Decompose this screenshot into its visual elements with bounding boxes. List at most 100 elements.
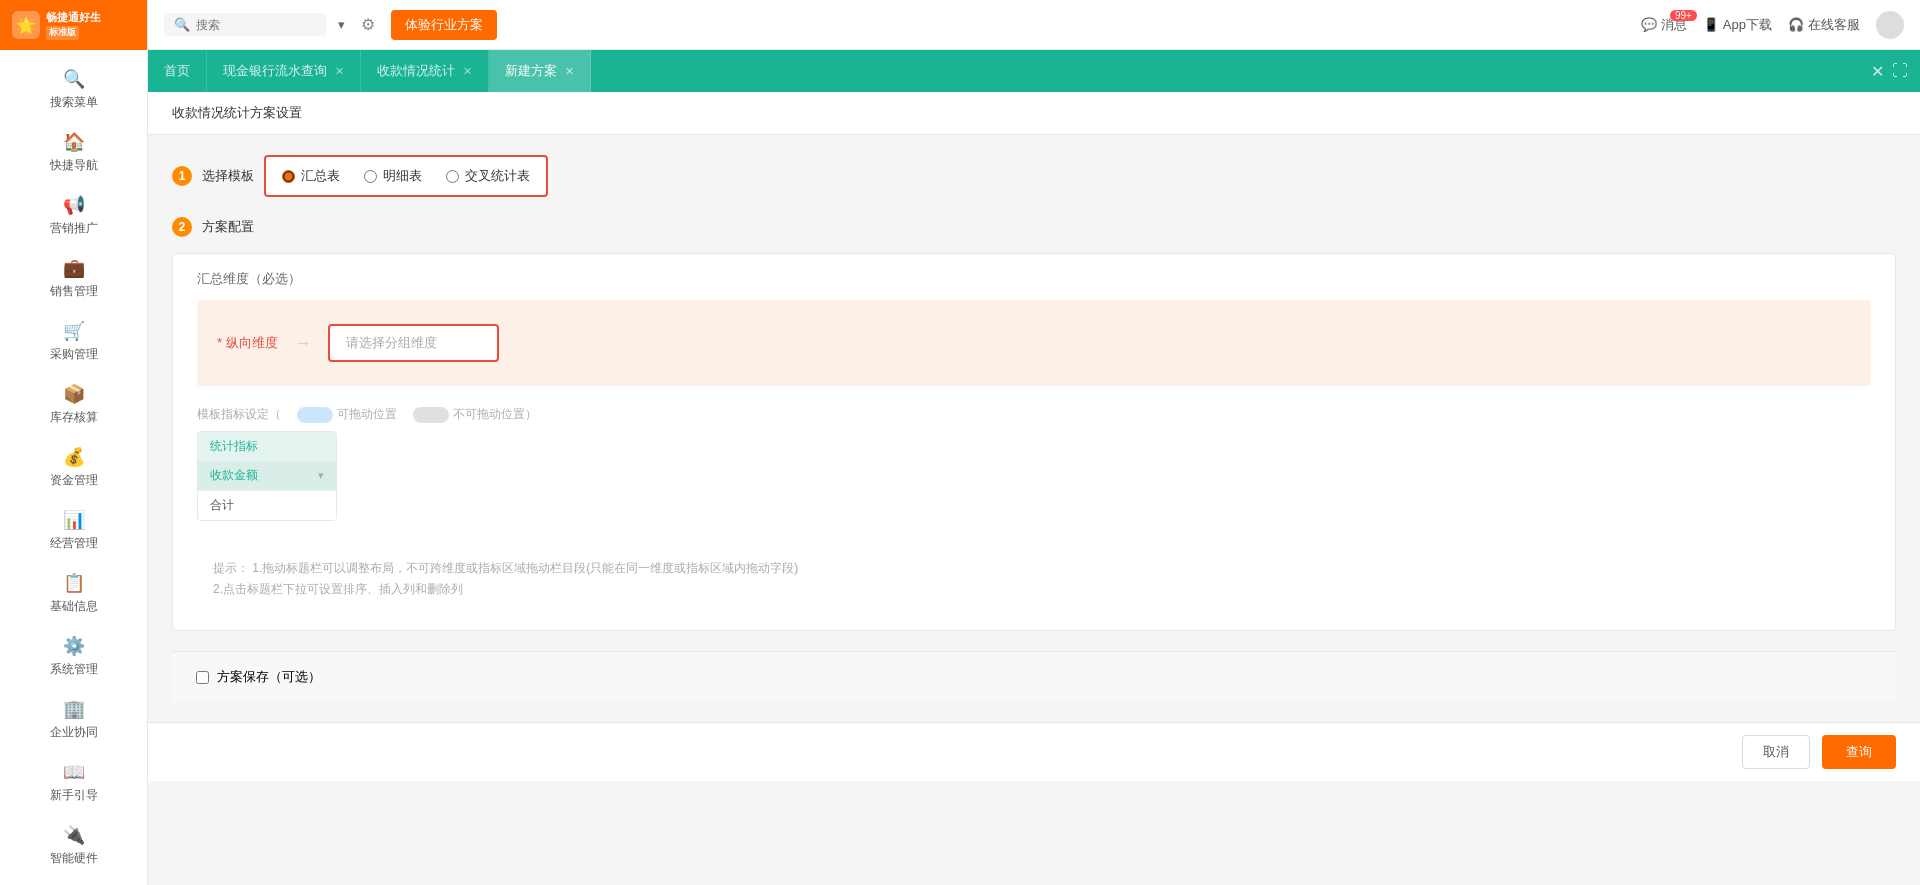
tab-collection-close[interactable]: ✕ <box>463 65 472 78</box>
step2-num: 2 <box>172 217 192 237</box>
indicators-hint: 模板指标设定（ 可拖动位置 不可拖动位置） <box>197 406 1871 423</box>
config-section: 汇总维度（必选） * 纵向维度 → 请选择分组维度 模板指标设 <box>172 253 1896 631</box>
basic-info-icon: 📋 <box>63 572 85 594</box>
sidebar-item-label: 销售管理 <box>50 283 98 300</box>
stats-table-header: 统计指标 <box>198 432 336 461</box>
radio-detail-label: 明细表 <box>383 167 422 185</box>
radio-cross-label: 交叉统计表 <box>465 167 530 185</box>
tab-expand-icon[interactable]: ⛶ <box>1892 62 1908 80</box>
tab-home[interactable]: 首页 <box>148 50 207 92</box>
gear-icon[interactable]: ⚙ <box>357 11 379 38</box>
sidebar-item-basic-info[interactable]: 📋 基础信息 <box>0 562 147 625</box>
page-body: 1 选择模板 汇总表 明细表 交叉统计表 <box>148 135 1920 722</box>
stats-label: 统计指标 <box>210 438 258 455</box>
radio-summary-input[interactable] <box>282 170 295 183</box>
download-button[interactable]: 📱 App下载 <box>1703 16 1772 34</box>
service-button[interactable]: 🎧 在线客服 <box>1788 16 1860 34</box>
sidebar-item-label: 基础信息 <box>50 598 98 615</box>
topbar: 🔍 ▾ ⚙ 体验行业方案 💬 消息 99+ 📱 App下载 🎧 在线客服 <box>148 0 1920 50</box>
breadcrumb: 收款情况统计方案设置 <box>172 105 302 120</box>
sidebar-item-label: 系统管理 <box>50 661 98 678</box>
sidebar-item-label: 采购管理 <box>50 346 98 363</box>
stats-dropdown-icon[interactable]: ▾ <box>318 469 324 482</box>
dropdown-label: ▾ <box>338 17 345 32</box>
system-icon: ⚙️ <box>63 635 85 657</box>
logo-line1: 畅捷通好生 <box>46 10 101 24</box>
download-label: App下载 <box>1723 16 1772 34</box>
sales-icon: 💼 <box>63 257 85 279</box>
sidebar-item-home[interactable]: 🏠 快捷导航 <box>0 121 147 184</box>
query-button[interactable]: 查询 <box>1822 735 1896 769</box>
indicators-section: 模板指标设定（ 可拖动位置 不可拖动位置） <box>197 406 1871 524</box>
sidebar-item-label: 搜索菜单 <box>50 94 98 111</box>
service-icon: 🎧 <box>1788 17 1804 32</box>
save-checkbox[interactable] <box>196 671 209 684</box>
tab-new-plan-label: 新建方案 <box>505 62 557 80</box>
radio-detail[interactable]: 明细表 <box>364 167 422 185</box>
sidebar-item-inventory[interactable]: 📦 库存核算 <box>0 373 147 436</box>
step1-section: 1 选择模板 汇总表 明细表 交叉统计表 <box>172 155 1896 197</box>
sidebar-item-hardware[interactable]: 🔌 智能硬件 <box>0 814 147 877</box>
radio-cross[interactable]: 交叉统计表 <box>446 167 530 185</box>
tab-new-plan[interactable]: 新建方案 ✕ <box>489 50 591 92</box>
sidebar-item-sales[interactable]: 💼 销售管理 <box>0 247 147 310</box>
step2-header: 2 方案配置 <box>172 217 1896 237</box>
save-label: 方案保存（可选） <box>217 668 321 686</box>
tab-close-all-icon[interactable]: ✕ <box>1871 62 1884 81</box>
notification-button[interactable]: 💬 消息 99+ <box>1641 16 1687 34</box>
sidebar-item-system[interactable]: ⚙️ 系统管理 <box>0 625 147 688</box>
arrow-icon: → <box>294 333 312 354</box>
topbar-search[interactable]: 🔍 <box>164 13 326 36</box>
step1-header: 1 选择模板 汇总表 明细表 交叉统计表 <box>172 155 1896 197</box>
hint-fixed: 不可拖动位置） <box>413 406 537 423</box>
sidebar-item-search[interactable]: 🔍 搜索菜单 <box>0 58 147 121</box>
main-area: 🔍 ▾ ⚙ 体验行业方案 💬 消息 99+ 📱 App下载 🎧 在线客服 <box>148 0 1920 885</box>
sidebar-item-label: 经营管理 <box>50 535 98 552</box>
search-icon: 🔍 <box>174 17 190 32</box>
fixed-badge <box>413 407 449 423</box>
step1-title: 选择模板 <box>202 167 254 185</box>
sidebar-item-label: 新手引导 <box>50 787 98 804</box>
step2-section: 2 方案配置 汇总维度（必选） * 纵向维度 → 请选择分组维度 <box>172 217 1896 631</box>
sidebar-nav: 🔍 搜索菜单 🏠 快捷导航 📢 营销推广 💼 销售管理 🛒 采购管理 📦 库存核… <box>0 50 147 885</box>
cancel-button[interactable]: 取消 <box>1742 735 1810 769</box>
marketing-icon: 📢 <box>63 194 85 216</box>
sidebar-item-purchase[interactable]: 🛒 采购管理 <box>0 310 147 373</box>
topbar-right: 💬 消息 99+ 📱 App下载 🎧 在线客服 <box>1641 11 1904 39</box>
industry-button[interactable]: 体验行业方案 <box>391 10 497 40</box>
radio-detail-input[interactable] <box>364 170 377 183</box>
sidebar-item-operations[interactable]: 📊 经营管理 <box>0 499 147 562</box>
topbar-dropdown[interactable]: ▾ <box>338 17 345 32</box>
search-input[interactable] <box>196 18 316 32</box>
hint-draggable: 可拖动位置 <box>297 406 397 423</box>
tab-new-plan-close[interactable]: ✕ <box>565 65 574 78</box>
tabbar-actions: ✕ ⛶ <box>1859 50 1920 92</box>
dimension-selector[interactable]: 请选择分组维度 <box>328 324 499 362</box>
search-icon: 🔍 <box>63 68 85 90</box>
stats-table-row: 合计 <box>198 490 336 520</box>
tab-collection-label: 收款情况统计 <box>377 62 455 80</box>
service-label: 在线客服 <box>1808 16 1860 34</box>
step1-num: 1 <box>172 166 192 186</box>
tab-bank-close[interactable]: ✕ <box>335 65 344 78</box>
dimension-area: * 纵向维度 → 请选择分组维度 <box>197 300 1871 386</box>
user-avatar[interactable] <box>1876 11 1904 39</box>
tab-bank[interactable]: 现金银行流水查询 ✕ <box>207 50 361 92</box>
sidebar-item-wechat[interactable]: 💬 企业微信 <box>0 877 147 885</box>
sidebar-item-marketing[interactable]: 📢 营销推广 <box>0 184 147 247</box>
logo-icon: 🌟 <box>12 11 40 39</box>
radio-cross-input[interactable] <box>446 170 459 183</box>
indicators-hint-text: 模板指标设定（ <box>197 406 281 423</box>
tab-collection[interactable]: 收款情况统计 ✕ <box>361 50 489 92</box>
sidebar-item-label: 企业协同 <box>50 724 98 741</box>
sidebar-item-enterprise[interactable]: 🏢 企业协同 <box>0 688 147 751</box>
stats-header-row[interactable]: 收款金额 ▾ <box>198 461 336 490</box>
radio-summary[interactable]: 汇总表 <box>282 167 340 185</box>
tip-line1: 提示： 1.拖动标题栏可以调整布局，不可跨维度或指标区域拖动栏目段(只能在同一维… <box>213 560 1855 577</box>
hardware-icon: 🔌 <box>63 824 85 846</box>
sidebar-item-guide[interactable]: 📖 新手引导 <box>0 751 147 814</box>
message-icon: 💬 <box>1641 17 1657 32</box>
save-section: 方案保存（可选） <box>172 651 1896 702</box>
sidebar-item-finance[interactable]: 💰 资金管理 <box>0 436 147 499</box>
radio-summary-label: 汇总表 <box>301 167 340 185</box>
